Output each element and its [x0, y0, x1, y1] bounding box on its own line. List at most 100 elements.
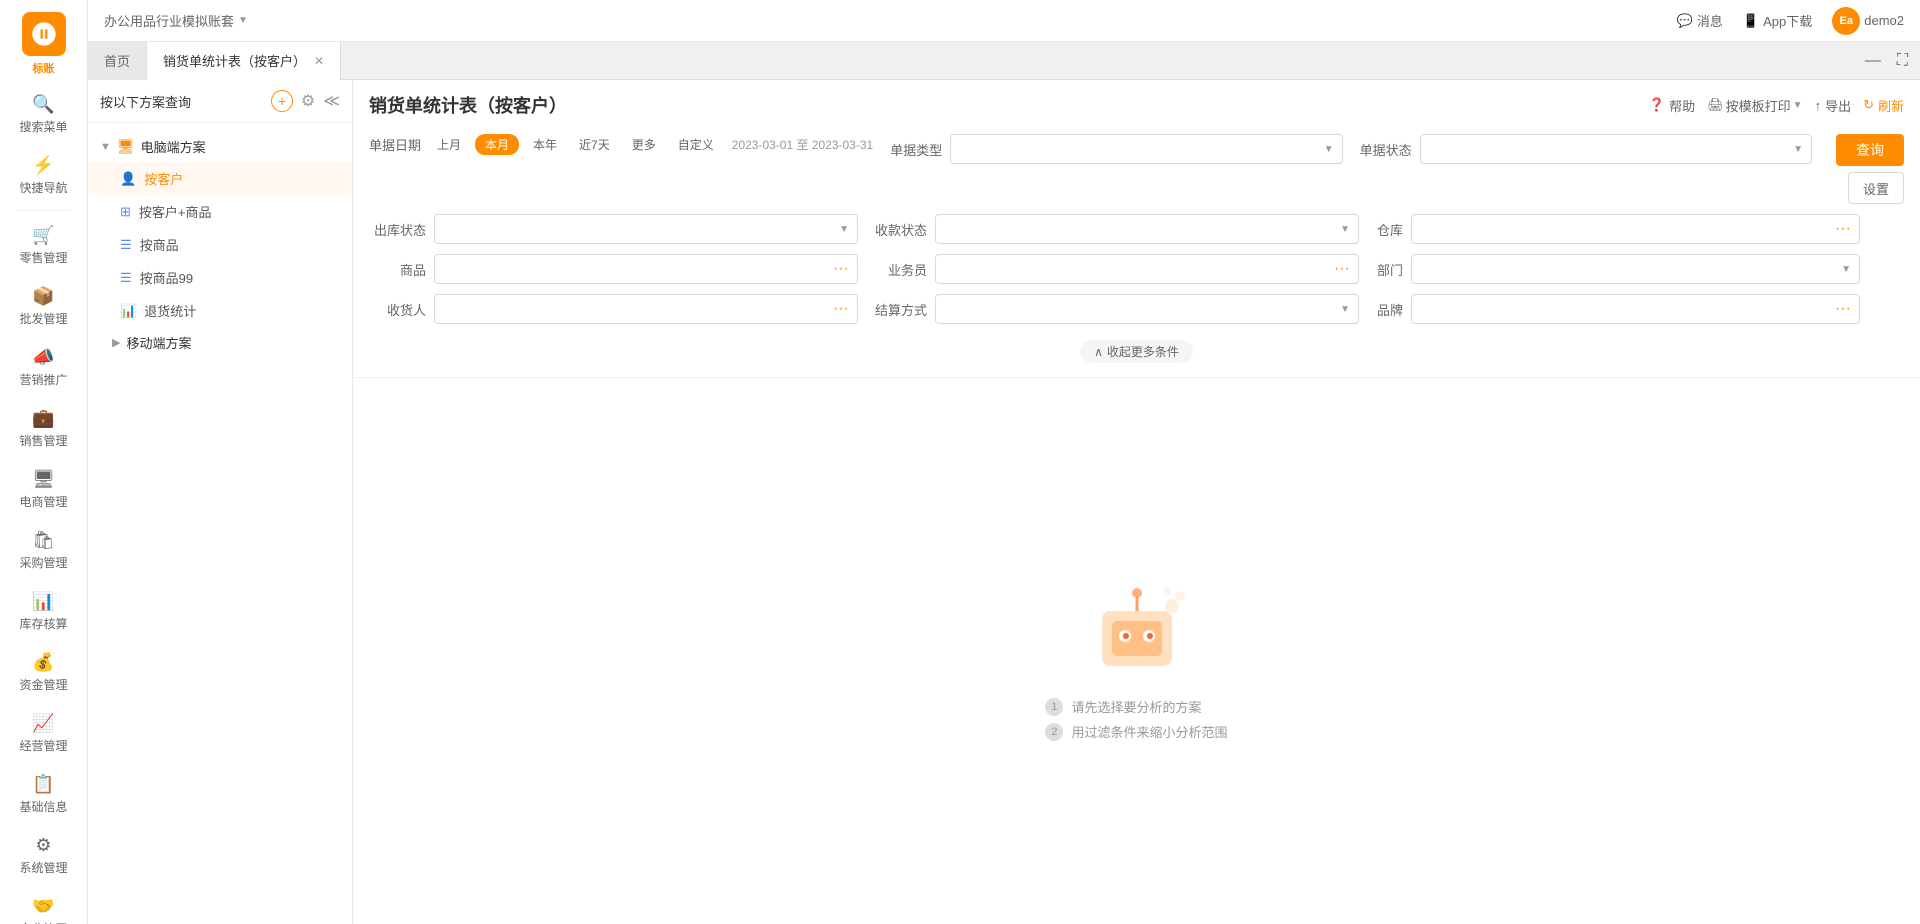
staff-dots[interactable]: ··· [1334, 260, 1350, 278]
scheme-add-btn[interactable]: + [271, 90, 293, 112]
breadcrumb[interactable]: 办公用品行业模拟账套 ▼ [104, 11, 248, 30]
search-icon: 🔍 [32, 94, 54, 115]
scheme-panel: 按以下方案查询 + ⚙ ≪ ▼ 🖥 电脑端方案 👤 [88, 80, 353, 924]
date-this-year[interactable]: 本年 [525, 134, 565, 155]
refresh-label: 刷新 [1878, 96, 1904, 115]
consignee-select[interactable]: ··· [434, 294, 858, 324]
sidebar-item-wholesale[interactable]: 📦 批发管理 [0, 276, 87, 337]
date-this-month[interactable]: 本月 [475, 134, 519, 155]
sidebar-item-label: 零售管理 [19, 249, 67, 266]
tab-maximize-btn[interactable]: ⛶ [1893, 48, 1912, 74]
date-more[interactable]: 更多 [624, 134, 664, 155]
collapse-btn[interactable]: ∧ 收起更多条件 [1080, 340, 1193, 363]
finance-icon: 💰 [32, 652, 54, 673]
message-icon: 💬 [1677, 13, 1693, 29]
tab-close-icon[interactable]: ✕ [314, 54, 324, 68]
out-status-arrow: ▼ [839, 224, 849, 235]
template-print-label: 按模板打印 [1726, 96, 1791, 115]
sidebar-item-purchase[interactable]: 🛍 采购管理 [0, 520, 87, 581]
logo-label: 标账 [33, 60, 55, 76]
scheme-item-by-goods[interactable]: ☰ 按商品 [88, 228, 352, 261]
sidebar-item-enterprise[interactable]: 🤝 企业协同 [0, 886, 87, 924]
dept-select[interactable]: ▼ [1411, 254, 1860, 284]
help-btn[interactable]: ❓ 帮助 [1649, 96, 1695, 115]
scheme-item-label: 按商品99 [140, 268, 193, 287]
page-title-actions: ❓ 帮助 🖨 按模板打印 ▼ ↑ 导出 ↻ 刷新 [1649, 96, 1904, 115]
tab-sales-stat[interactable]: 销货单统计表（按客户） ✕ [147, 42, 341, 80]
empty-image [1077, 561, 1197, 681]
logo-area: 标账 [0, 0, 87, 84]
sidebar-item-search[interactable]: 🔍 搜索菜单 [0, 84, 87, 145]
consignee-dots[interactable]: ··· [833, 300, 849, 318]
user-profile[interactable]: Ea demo2 [1832, 7, 1904, 35]
date-7days[interactable]: 近7天 [571, 134, 618, 155]
scheme-item-by-goods-99[interactable]: ☰ 按商品99 [88, 261, 352, 294]
top-header: 办公用品行业模拟账套 ▼ 💬 消息 📱 App下载 Ea demo2 [88, 0, 1920, 42]
brand-dots[interactable]: ··· [1835, 300, 1851, 318]
breadcrumb-arrow: ▼ [238, 15, 248, 26]
template-print-btn[interactable]: 🖨 按模板打印 ▼ [1707, 96, 1802, 115]
logo-icon[interactable] [22, 12, 66, 56]
warehouse-select[interactable]: ··· [1411, 214, 1860, 244]
scheme-group-desktop: ▼ 🖥 电脑端方案 👤 按客户 ⊞ 按客户+商品 ☰ [88, 131, 352, 327]
tab-home[interactable]: 首页 [88, 42, 147, 80]
scheme-item-by-customer[interactable]: 👤 按客户 [88, 162, 352, 195]
sidebar-item-label: 营销推广 [19, 371, 67, 388]
order-type-select[interactable]: ▼ [950, 134, 1342, 164]
refresh-btn[interactable]: ↻ 刷新 [1863, 96, 1904, 115]
settlement-select[interactable]: ▼ [935, 294, 1359, 324]
consignee-label: 收货人 [369, 300, 434, 319]
scheme-item-by-customer-goods[interactable]: ⊞ 按客户+商品 [88, 195, 352, 228]
scheme-group-desktop-header[interactable]: ▼ 🖥 电脑端方案 [88, 131, 352, 162]
receipt-status-select[interactable]: ▼ [935, 214, 1359, 244]
tab-minimize-btn[interactable]: — [1861, 48, 1885, 74]
order-status-select[interactable]: ▼ [1420, 134, 1812, 164]
app-title: 办公用品行业模拟账套 [104, 11, 234, 30]
sidebar-item-sales[interactable]: 💼 销售管理 [0, 398, 87, 459]
app-download-action[interactable]: 📱 App下载 [1743, 11, 1812, 30]
brand-select[interactable]: ··· [1411, 294, 1860, 324]
out-status-select[interactable]: ▼ [434, 214, 858, 244]
staff-select[interactable]: ··· [935, 254, 1359, 284]
basic-icon: 📋 [32, 774, 54, 795]
scheme-item-return-stat[interactable]: 📊 退货统计 [88, 294, 352, 327]
export-btn[interactable]: ↑ 导出 [1815, 96, 1852, 115]
quicknav-icon: ⚡ [32, 155, 54, 176]
sidebar-item-marketing[interactable]: 📣 营销推广 [0, 337, 87, 398]
user-name: demo2 [1864, 13, 1904, 28]
goods-select[interactable]: ··· [434, 254, 858, 284]
scheme-settings-icon[interactable]: ⚙ [301, 91, 315, 111]
sidebar-item-operation[interactable]: 📈 经营管理 [0, 703, 87, 764]
sidebar-item-ecommerce[interactable]: 🖥 电商管理 [0, 459, 87, 520]
settings-btn[interactable]: 设置 [1848, 172, 1904, 204]
sidebar-item-quicknav[interactable]: ⚡ 快捷导航 [0, 145, 87, 206]
avatar-text: Ea [1840, 15, 1853, 27]
message-action[interactable]: 💬 消息 [1677, 11, 1723, 30]
app-download-label: App下载 [1763, 11, 1812, 30]
warehouse-dots[interactable]: ··· [1835, 220, 1851, 238]
header-right: 💬 消息 📱 App下载 Ea demo2 [1677, 7, 1904, 35]
sidebar-item-inventory[interactable]: 📊 库存核算 [0, 581, 87, 642]
sidebar-item-label: 库存核算 [19, 615, 67, 632]
date-last-month[interactable]: 上月 [429, 134, 469, 155]
scheme-group-mobile-header[interactable]: ▶ 移动端方案 [88, 327, 352, 358]
sidebar-item-system[interactable]: ⚙ 系统管理 [0, 825, 87, 886]
user-avatar: Ea [1832, 7, 1860, 35]
goods-label: 商品 [369, 260, 434, 279]
mobile-icon: 📱 [1743, 13, 1759, 29]
settlement-label: 结算方式 [870, 300, 935, 319]
scheme-collapse-icon[interactable]: ≪ [323, 91, 340, 111]
enterprise-icon: 🤝 [32, 896, 54, 917]
sidebar-item-retail[interactable]: 🛒 零售管理 [0, 215, 87, 276]
query-btn[interactable]: 查询 [1836, 134, 1904, 166]
goods-dots[interactable]: ··· [833, 260, 849, 278]
date-custom[interactable]: 自定义 [670, 134, 722, 155]
empty-state: 1 请先选择要分析的方案 2 用过滤条件来缩小分析范围 [353, 378, 1920, 924]
sidebar-item-finance[interactable]: 💰 资金管理 [0, 642, 87, 703]
tab-bar: 首页 销货单统计表（按客户） ✕ — ⛶ [88, 42, 1920, 80]
export-icon: ↑ [1815, 98, 1822, 113]
sidebar-item-basic[interactable]: 📋 基础信息 [0, 764, 87, 825]
tab-home-label: 首页 [104, 51, 130, 70]
refresh-icon: ↻ [1863, 97, 1874, 113]
dept-label: 部门 [1371, 260, 1411, 279]
